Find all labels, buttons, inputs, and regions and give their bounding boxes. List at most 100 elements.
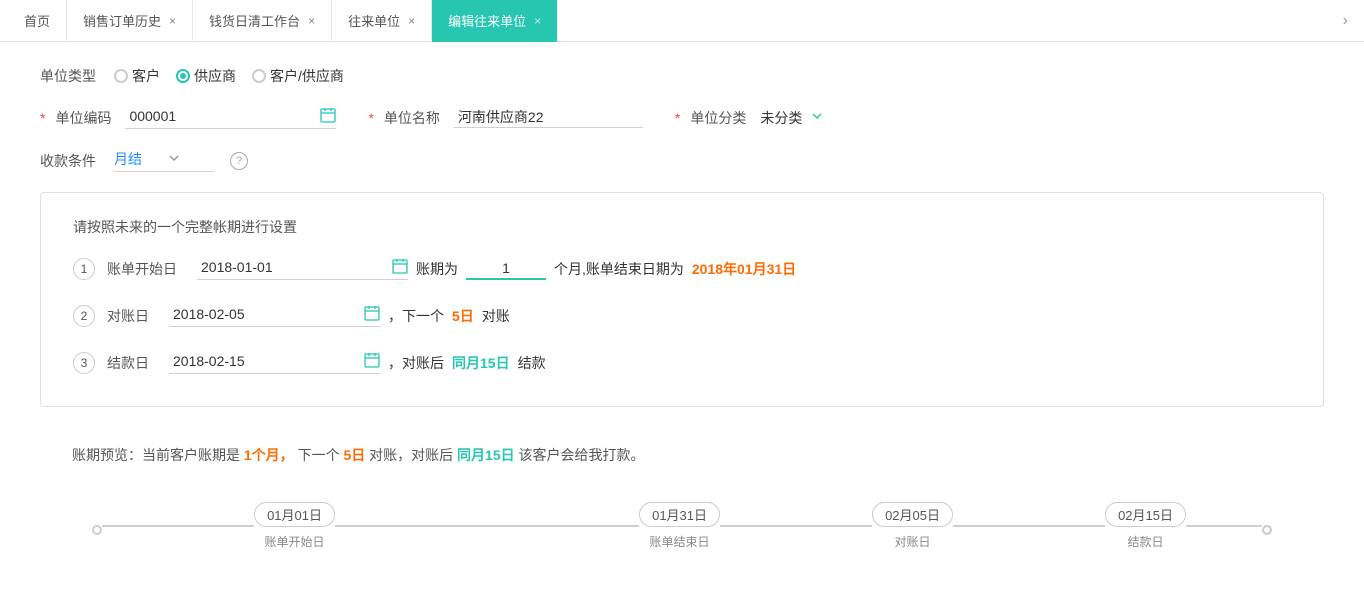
timeline-container: 01月01日 账单开始日 01月31日 账单结束日 02月05日 对账日	[72, 492, 1292, 560]
radio-both-label: 客户/供应商	[270, 66, 344, 86]
tab-cash-work[interactable]: 钱货日清工作台 ×	[193, 0, 332, 42]
timeline-node-4-date: 02月15日	[1105, 502, 1186, 527]
unit-name-label: 单位名称	[384, 108, 440, 128]
tab-counterparty-label: 往来单位	[348, 11, 400, 30]
unit-category-select[interactable]: 未分类	[760, 108, 910, 128]
unit-code-icon[interactable]	[320, 107, 336, 126]
timeline-node-3: 02月05日 对账日	[872, 502, 953, 550]
unit-type-radio-group: 客户 供应商 客户/供应商	[114, 66, 344, 86]
tab-home-label: 首页	[24, 11, 50, 30]
step-1-mid-text: 账期为	[416, 259, 458, 279]
step-1-suffix: 个月,账单结束日期为	[554, 259, 684, 279]
payment-condition-label: 收款条件	[40, 151, 96, 171]
timeline-node-1-label: 账单开始日	[265, 533, 325, 550]
step-1-num-label: 1	[81, 262, 88, 276]
step-2-cal-icon[interactable]	[364, 305, 380, 324]
step-1-label: 账单开始日	[107, 259, 177, 279]
step-1-date-wrap	[197, 257, 408, 280]
step-1-row: 1 账单开始日 账期为 个月,账单结	[73, 257, 1291, 280]
preview-period: 1个月，	[244, 447, 294, 463]
unit-type-label: 单位类型	[40, 66, 96, 86]
step-3-label: 结款日	[107, 353, 149, 373]
preview-reconcile-prefix: 下一个	[298, 447, 340, 463]
step-2-date-wrap	[169, 304, 380, 327]
tab-sales-history-close[interactable]: ×	[169, 14, 176, 28]
step-2-label: 对账日	[107, 306, 149, 326]
tab-home[interactable]: 首页	[8, 0, 67, 42]
tab-more-button[interactable]: ›	[1335, 12, 1356, 30]
timeline-line-4	[953, 525, 1105, 527]
unit-code-input[interactable]	[125, 106, 314, 126]
step-1-date-input[interactable]	[197, 257, 386, 277]
timeline-line-3	[720, 525, 872, 527]
step-1-cal-icon[interactable]	[392, 258, 408, 277]
tab-cash-work-close[interactable]: ×	[308, 14, 315, 28]
tab-counterparty-close[interactable]: ×	[408, 14, 415, 28]
tab-sales-history[interactable]: 销售订单历史 ×	[67, 0, 193, 42]
step-2-prefix: ，下一个	[388, 306, 444, 326]
step-2-highlight: 5日	[452, 306, 474, 326]
timeline-node-1-date: 01月01日	[254, 502, 335, 527]
tabs-bar: 首页 销售订单历史 × 钱货日清工作台 × 往来单位 × 编辑往来单位 × ›	[0, 0, 1364, 42]
unit-type-row: 单位类型 客户 供应商 客户/供应商	[40, 66, 1324, 86]
unit-code-star: *	[40, 110, 45, 126]
payment-condition-row: 收款条件 月结 ?	[40, 149, 1324, 172]
preview-reconcile-highlight: 5日	[343, 447, 365, 463]
payment-condition-value: 月结	[114, 149, 160, 169]
step-3-row: 3 结款日 ，对账后 同月15日 结款	[73, 351, 1291, 374]
timeline-node-2-label: 账单结束日	[650, 533, 710, 550]
step-3-after: 结款	[518, 353, 546, 373]
payment-condition-select[interactable]: 月结	[114, 149, 214, 172]
unit-category-group: * 单位分类 未分类	[675, 108, 910, 128]
tab-sales-history-label: 销售订单历史	[83, 11, 161, 30]
step-3-cal-icon[interactable]	[364, 352, 380, 371]
tab-edit-counterparty-label: 编辑往来单位	[448, 11, 526, 30]
timeline-line-wrap: 01月01日 账单开始日 01月31日 账单结束日 02月05日 对账日	[92, 502, 1272, 550]
radio-supplier[interactable]: 供应商	[176, 66, 236, 86]
timeline-node-4: 02月15日 结款日	[1105, 502, 1186, 550]
step-3-date-wrap	[169, 351, 380, 374]
radio-both[interactable]: 客户/供应商	[252, 66, 344, 86]
timeline-node-4-label: 结款日	[1128, 533, 1164, 550]
timeline-node-2-date: 01月31日	[639, 502, 720, 527]
tab-counterparty[interactable]: 往来单位 ×	[332, 0, 432, 42]
chevron-down-icon	[810, 109, 824, 126]
step-1-period-input[interactable]	[466, 258, 546, 280]
step-1-end-date: 2018年01月31日	[692, 259, 796, 279]
timeline-line-1	[102, 525, 254, 527]
radio-customer-circle	[114, 69, 128, 83]
step-3-date-input[interactable]	[169, 351, 358, 371]
tab-cash-work-label: 钱货日清工作台	[209, 11, 300, 30]
radio-supplier-label: 供应商	[194, 66, 236, 86]
unit-info-row: * 单位编码 * 单位名称 * 单位分类	[40, 106, 1324, 129]
timeline-node-3-label: 对账日	[895, 533, 931, 550]
step-3-content: ，对账后 同月15日 结款	[169, 351, 546, 374]
unit-category-star: *	[675, 110, 680, 126]
preview-payment-suffix: 该客户会给我打款。	[519, 447, 645, 463]
unit-category-label: 单位分类	[690, 108, 746, 128]
step-2-num: 2	[73, 305, 95, 327]
radio-both-circle	[252, 69, 266, 83]
unit-code-input-wrap	[125, 106, 336, 129]
timeline-end-dot	[1262, 525, 1272, 535]
preview-label: 账期预览：当前客户账期是	[72, 447, 240, 463]
step-2-num-label: 2	[81, 309, 88, 323]
unit-name-input[interactable]	[454, 107, 643, 128]
radio-customer[interactable]: 客户	[114, 66, 160, 86]
help-icon[interactable]: ?	[230, 152, 248, 170]
step-2-content: ，下一个 5日 对账	[169, 304, 510, 327]
step-2-row: 2 对账日 ，下一个 5日 对账	[73, 304, 1291, 327]
tab-edit-counterparty-close[interactable]: ×	[534, 14, 541, 28]
timeline-line-5	[1186, 525, 1262, 527]
radio-customer-label: 客户	[132, 66, 160, 86]
tab-edit-counterparty[interactable]: 编辑往来单位 ×	[432, 0, 558, 42]
step-2-after: 对账	[482, 306, 510, 326]
step-2-date-input[interactable]	[169, 304, 358, 324]
step-3-num: 3	[73, 352, 95, 374]
radio-supplier-circle	[176, 69, 190, 83]
timeline-line-2	[335, 525, 639, 527]
step-3-highlight: 同月15日	[452, 353, 510, 373]
preview-section: 账期预览：当前客户账期是 1个月， 下一个 5日 对账，对账后 同月15日 该客…	[40, 427, 1324, 576]
card-section: 请按照未来的一个完整帐期进行设置 1 账单开始日	[40, 192, 1324, 407]
unit-category-value: 未分类	[760, 108, 802, 128]
